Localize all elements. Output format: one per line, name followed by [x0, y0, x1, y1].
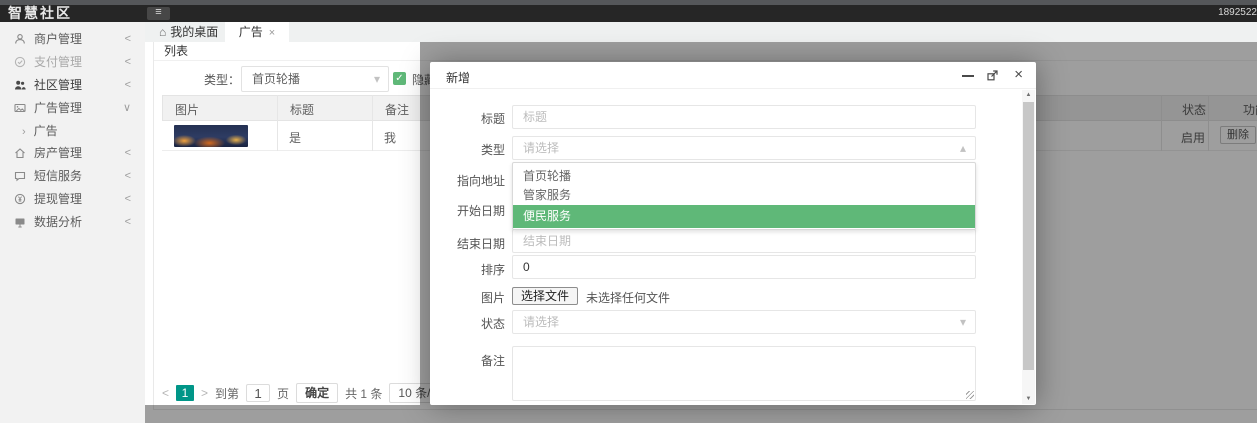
col-title: 标题 — [290, 101, 314, 118]
sidebar: 商户管理< 支付管理< 社区管理< 广告管理∨ ›广告 房产管理< 短信服务< … — [0, 22, 145, 423]
total-count: 共 1 条 — [345, 385, 382, 402]
type-select[interactable]: 请选择 ▴ — [512, 136, 976, 160]
user-icon — [14, 33, 26, 45]
chevron-left-icon: < — [125, 165, 131, 188]
type-filter-label: 类型： — [204, 71, 240, 88]
hamburger-menu-icon[interactable]: ≡ — [147, 7, 170, 20]
next-page-icon[interactable]: > — [201, 386, 208, 400]
dropdown-arrow-icon: ▾ — [374, 67, 380, 91]
modal-overlay-bottom — [145, 405, 420, 423]
check-circle-icon — [14, 56, 26, 68]
remark-textarea[interactable] — [512, 346, 976, 401]
cell-remark: 我 — [384, 129, 396, 146]
dialog-titlebar[interactable]: 新增 × — [430, 62, 1036, 89]
page-label: 页 — [277, 385, 289, 402]
end-date-input[interactable] — [512, 229, 976, 253]
chevron-left-icon: < — [125, 188, 131, 211]
choose-file-button[interactable]: 选择文件 — [512, 287, 578, 305]
field-label-status: 状态 — [430, 315, 505, 332]
sidebar-item-community[interactable]: 社区管理< — [0, 74, 145, 97]
no-file-selected-text: 未选择任何文件 — [586, 289, 670, 306]
minimize-icon[interactable] — [962, 75, 974, 77]
brand-logo: 智慧社区 — [8, 2, 72, 24]
field-label-title: 标题 — [430, 110, 505, 127]
tab-my-desktop[interactable]: ⌂我的桌面 — [147, 22, 230, 42]
dropdown-arrow-icon: ▾ — [960, 311, 966, 333]
monitor-icon — [14, 216, 26, 228]
scrollbar-thumb[interactable] — [1023, 102, 1034, 370]
sub-arrow-icon: › — [22, 126, 26, 138]
user-phone-number[interactable]: 1892522 — [1218, 7, 1257, 18]
resize-handle[interactable] — [966, 391, 974, 399]
chevron-left-icon: < — [125, 51, 131, 74]
dialog-title: 新增 — [446, 69, 470, 86]
modal-scrollbar[interactable]: ▲ ▼ — [1022, 90, 1035, 404]
add-dialog: 新增 × 标题 类型 请选择 ▴ 指向地址 开始日期 首页轮播 管家服务 便民服… — [430, 62, 1036, 405]
chevron-left-icon: < — [125, 211, 131, 234]
divider — [277, 95, 278, 151]
tab-ad-active[interactable]: 广告× — [225, 22, 289, 42]
field-label-image: 图片 — [430, 289, 505, 306]
field-label-end-date: 结束日期 — [430, 235, 505, 252]
field-label-type: 类型 — [430, 141, 505, 158]
sidebar-item-analytics[interactable]: 数据分析< — [0, 211, 145, 234]
chevron-left-icon: < — [125, 74, 131, 97]
sidebar-item-merchant[interactable]: 商户管理< — [0, 28, 145, 51]
pagination: < 1 > 到第 页 确定 共 1 条 10 条/页 — [162, 382, 461, 404]
sort-input[interactable] — [512, 255, 976, 279]
chevron-down-icon: ∨ — [123, 97, 131, 120]
title-input[interactable] — [512, 105, 976, 129]
tab-bar: ⌂我的桌面 广告× — [145, 22, 1257, 42]
sidebar-subitem-ad[interactable]: ›广告 — [0, 120, 145, 142]
type-dropdown-panel: 首页轮播 管家服务 便民服务 — [512, 162, 976, 230]
dropdown-arrow-up-icon: ▴ — [960, 137, 966, 159]
chevron-left-icon: < — [125, 28, 131, 51]
scroll-down-icon[interactable]: ▼ — [1022, 396, 1035, 402]
type-filter-select[interactable]: 首页轮播 ▾ — [241, 66, 389, 92]
sidebar-item-property[interactable]: 房产管理< — [0, 142, 145, 165]
image-icon — [14, 102, 26, 114]
field-label-remark: 备注 — [430, 352, 505, 369]
col-remark: 备注 — [385, 101, 409, 118]
top-edge-strip — [0, 0, 1257, 5]
col-image: 图片 — [175, 101, 199, 118]
confirm-page-button[interactable]: 确定 — [296, 383, 338, 403]
scroll-up-icon[interactable]: ▲ — [1022, 92, 1035, 98]
sidebar-item-sms[interactable]: 短信服务< — [0, 165, 145, 188]
current-page-button[interactable]: 1 — [176, 385, 194, 401]
field-label-target-url: 指向地址 — [430, 172, 505, 189]
chevron-left-icon: < — [125, 142, 131, 165]
dropdown-option-carousel[interactable]: 首页轮播 — [513, 167, 975, 186]
prev-page-icon[interactable]: < — [162, 386, 169, 400]
field-label-sort: 排序 — [430, 261, 505, 278]
hide-expired-checkbox[interactable]: ✓ — [393, 72, 406, 85]
sidebar-item-ads[interactable]: 广告管理∨ — [0, 97, 145, 120]
house-icon — [14, 147, 26, 159]
message-icon — [14, 170, 26, 182]
maximize-icon[interactable] — [986, 69, 999, 82]
people-icon — [14, 79, 26, 91]
status-select[interactable]: 请选择 ▾ — [512, 310, 976, 334]
sidebar-item-withdraw[interactable]: 提现管理< — [0, 188, 145, 211]
close-dialog-icon[interactable]: × — [1014, 66, 1023, 84]
coin-icon — [14, 193, 26, 205]
home-icon: ⌂ — [159, 25, 166, 39]
divider — [372, 95, 373, 151]
close-tab-icon[interactable]: × — [269, 27, 275, 39]
goto-label: 到第 — [215, 385, 239, 402]
field-label-start-date: 开始日期 — [430, 202, 505, 219]
sidebar-item-payment[interactable]: 支付管理< — [0, 51, 145, 74]
ad-thumbnail-image — [174, 125, 248, 147]
goto-page-input[interactable] — [246, 384, 270, 402]
dropdown-option-butler[interactable]: 管家服务 — [513, 186, 975, 205]
cell-title: 是 — [289, 129, 301, 146]
top-bar: 智慧社区 ≡ 1892522 — [0, 5, 1257, 22]
dropdown-option-convenience-selected[interactable]: 便民服务 — [513, 205, 975, 228]
